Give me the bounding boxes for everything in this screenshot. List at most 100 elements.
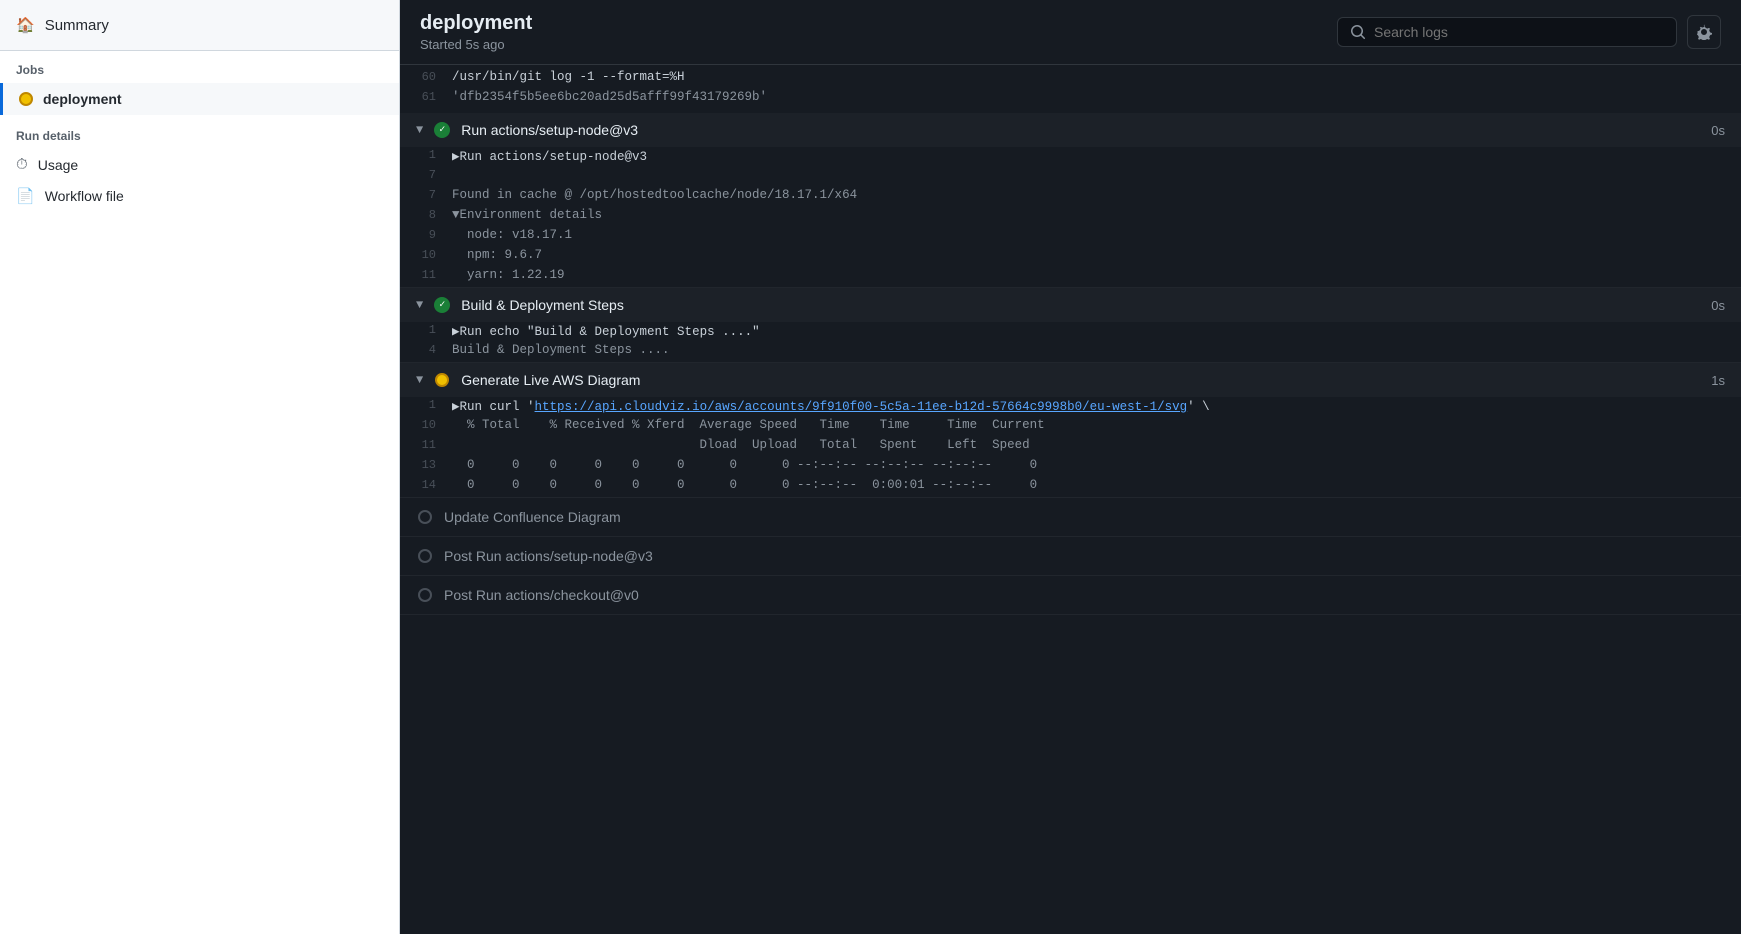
log-line: 1 ▶Run curl 'https://api.cloudviz.io/aws… (400, 397, 1741, 417)
pending-step-title: Post Run actions/checkout@v0 (444, 587, 639, 603)
line-content: npm: 9.6.7 (452, 248, 542, 262)
line-number: 7 (400, 168, 452, 182)
pending-step-title: Update Confluence Diagram (444, 509, 621, 525)
step-title-generate-aws: Generate Live AWS Diagram (461, 372, 1701, 388)
step-logs-build-deploy: 1 ▶Run echo "Build & Deployment Steps ..… (400, 322, 1741, 362)
line-number: 4 (400, 343, 452, 357)
step-header-build-deploy[interactable]: ▼ ✓ Build & Deployment Steps 0s (400, 288, 1741, 322)
log-line: 7 Found in cache @ /opt/hostedtoolcache/… (400, 187, 1741, 207)
line-number: 11 (400, 438, 452, 452)
line-number: 10 (400, 248, 452, 262)
line-number: 1 (400, 323, 452, 337)
line-content: % Total % Received % Xferd Average Speed… (452, 418, 1045, 432)
line-number: 8 (400, 208, 452, 222)
jobs-section-label: Jobs (0, 51, 399, 83)
step-logs-generate-aws: 1 ▶Run curl 'https://api.cloudviz.io/aws… (400, 397, 1741, 497)
line-content: 0 0 0 0 0 0 0 0 --:--:-- 0:00:01 --:--:-… (452, 478, 1037, 492)
header-actions (1337, 15, 1721, 49)
line-number: 10 (400, 418, 452, 432)
log-line: 9 node: v18.17.1 (400, 227, 1741, 247)
job-status-dot (19, 92, 33, 106)
step-status-icon-pending (416, 508, 434, 526)
chevron-down-icon: ▼ (416, 373, 423, 387)
step-status-icon-success: ✓ (433, 296, 451, 314)
file-icon: 📄 (16, 187, 35, 205)
line-content: Found in cache @ /opt/hostedtoolcache/no… (452, 188, 857, 202)
log-line: 7 (400, 167, 1741, 187)
chevron-down-icon: ▼ (416, 298, 423, 312)
log-line: 10 npm: 9.6.7 (400, 247, 1741, 267)
step-header-setup-node[interactable]: ▼ ✓ Run actions/setup-node@v3 0s (400, 113, 1741, 147)
search-box[interactable] (1337, 17, 1677, 47)
search-icon (1350, 24, 1366, 40)
line-content: /usr/bin/git log -1 --format=%H (452, 70, 685, 84)
sidebar-item-deployment[interactable]: deployment (0, 83, 399, 115)
log-line: 11 yarn: 1.22.19 (400, 267, 1741, 287)
pending-step-post-setup-node: Post Run actions/setup-node@v3 (400, 537, 1741, 576)
main-content: deployment Started 5s ago 60 /usr/bin/gi (400, 0, 1741, 934)
log-line: 8 ▼Environment details (400, 207, 1741, 227)
log-area: 60 /usr/bin/git log -1 --format=%H 61 'd… (400, 65, 1741, 934)
pending-icon (418, 510, 432, 524)
workflow-file-label: Workflow file (45, 188, 124, 204)
gear-icon (1696, 24, 1712, 40)
log-line: 13 0 0 0 0 0 0 0 0 --:--:-- --:--:-- --:… (400, 457, 1741, 477)
summary-label: Summary (45, 17, 109, 34)
curl-link[interactable]: https://api.cloudviz.io/aws/accounts/9f9… (535, 400, 1188, 414)
chevron-down-icon: ▼ (416, 123, 423, 137)
line-content: 0 0 0 0 0 0 0 0 --:--:-- --:--:-- --:--:… (452, 458, 1037, 472)
step-section-build-deploy: ▼ ✓ Build & Deployment Steps 0s 1 ▶Run e… (400, 288, 1741, 363)
line-content: Dload Upload Total Spent Left Speed (452, 438, 1030, 452)
pending-step-post-checkout: Post Run actions/checkout@v0 (400, 576, 1741, 615)
line-content: 'dfb2354f5b5ee6bc20ad25d5afff99f43179269… (452, 90, 767, 104)
line-number: 13 (400, 458, 452, 472)
step-status-icon-pending (416, 586, 434, 604)
line-content: ▶Run echo "Build & Deployment Steps ....… (452, 323, 760, 339)
clock-icon: ⏱ (16, 156, 28, 173)
line-number: 1 (400, 398, 452, 412)
pending-step-title: Post Run actions/setup-node@v3 (444, 548, 653, 564)
line-number: 14 (400, 478, 452, 492)
pending-icon (418, 588, 432, 602)
settings-button[interactable] (1687, 15, 1721, 49)
step-title-setup-node: Run actions/setup-node@v3 (461, 122, 1701, 138)
home-icon: 🏠 (16, 16, 35, 34)
pre-section-lines: 60 /usr/bin/git log -1 --format=%H 61 'd… (400, 65, 1741, 113)
success-icon: ✓ (434, 297, 450, 313)
sidebar: 🏠 Summary Jobs deployment Run details ⏱ … (0, 0, 400, 934)
running-icon (435, 373, 449, 387)
success-icon: ✓ (434, 122, 450, 138)
header-title-block: deployment Started 5s ago (420, 12, 532, 52)
log-line: 10 % Total % Received % Xferd Average Sp… (400, 417, 1741, 437)
step-section-setup-node: ▼ ✓ Run actions/setup-node@v3 0s 1 ▶Run … (400, 113, 1741, 288)
pending-step-update-confluence: Update Confluence Diagram (400, 498, 1741, 537)
log-line: 1 ▶Run actions/setup-node@v3 (400, 147, 1741, 167)
step-logs-setup-node: 1 ▶Run actions/setup-node@v3 7 7 Found i… (400, 147, 1741, 287)
line-number: 9 (400, 228, 452, 242)
search-input[interactable] (1374, 24, 1664, 40)
line-number: 1 (400, 148, 452, 162)
log-line: 1 ▶Run echo "Build & Deployment Steps ..… (400, 322, 1741, 342)
line-number: 60 (400, 70, 452, 84)
main-header: deployment Started 5s ago (400, 0, 1741, 65)
line-content: ▼Environment details (452, 208, 602, 222)
line-content: yarn: 1.22.19 (452, 268, 565, 282)
line-content: ▶Run actions/setup-node@v3 (452, 148, 647, 164)
job-name: deployment (43, 91, 122, 107)
run-details-label: Run details (0, 115, 399, 149)
step-title-build-deploy: Build & Deployment Steps (461, 297, 1701, 313)
line-content: node: v18.17.1 (452, 228, 572, 242)
step-status-icon-pending (416, 547, 434, 565)
summary-link[interactable]: 🏠 Summary (0, 0, 399, 51)
step-status-icon-running (433, 371, 451, 389)
step-status-icon-success: ✓ (433, 121, 451, 139)
line-number: 11 (400, 268, 452, 282)
line-number: 7 (400, 188, 452, 202)
sidebar-item-usage[interactable]: ⏱ Usage (0, 149, 399, 180)
step-header-generate-aws[interactable]: ▼ Generate Live AWS Diagram 1s (400, 363, 1741, 397)
sidebar-item-workflow-file[interactable]: 📄 Workflow file (0, 180, 399, 212)
step-duration-build-deploy: 0s (1711, 298, 1725, 313)
log-line: 4 Build & Deployment Steps .... (400, 342, 1741, 362)
line-content: ▶Run curl 'https://api.cloudviz.io/aws/a… (452, 398, 1210, 414)
log-line: 11 Dload Upload Total Spent Left Speed (400, 437, 1741, 457)
